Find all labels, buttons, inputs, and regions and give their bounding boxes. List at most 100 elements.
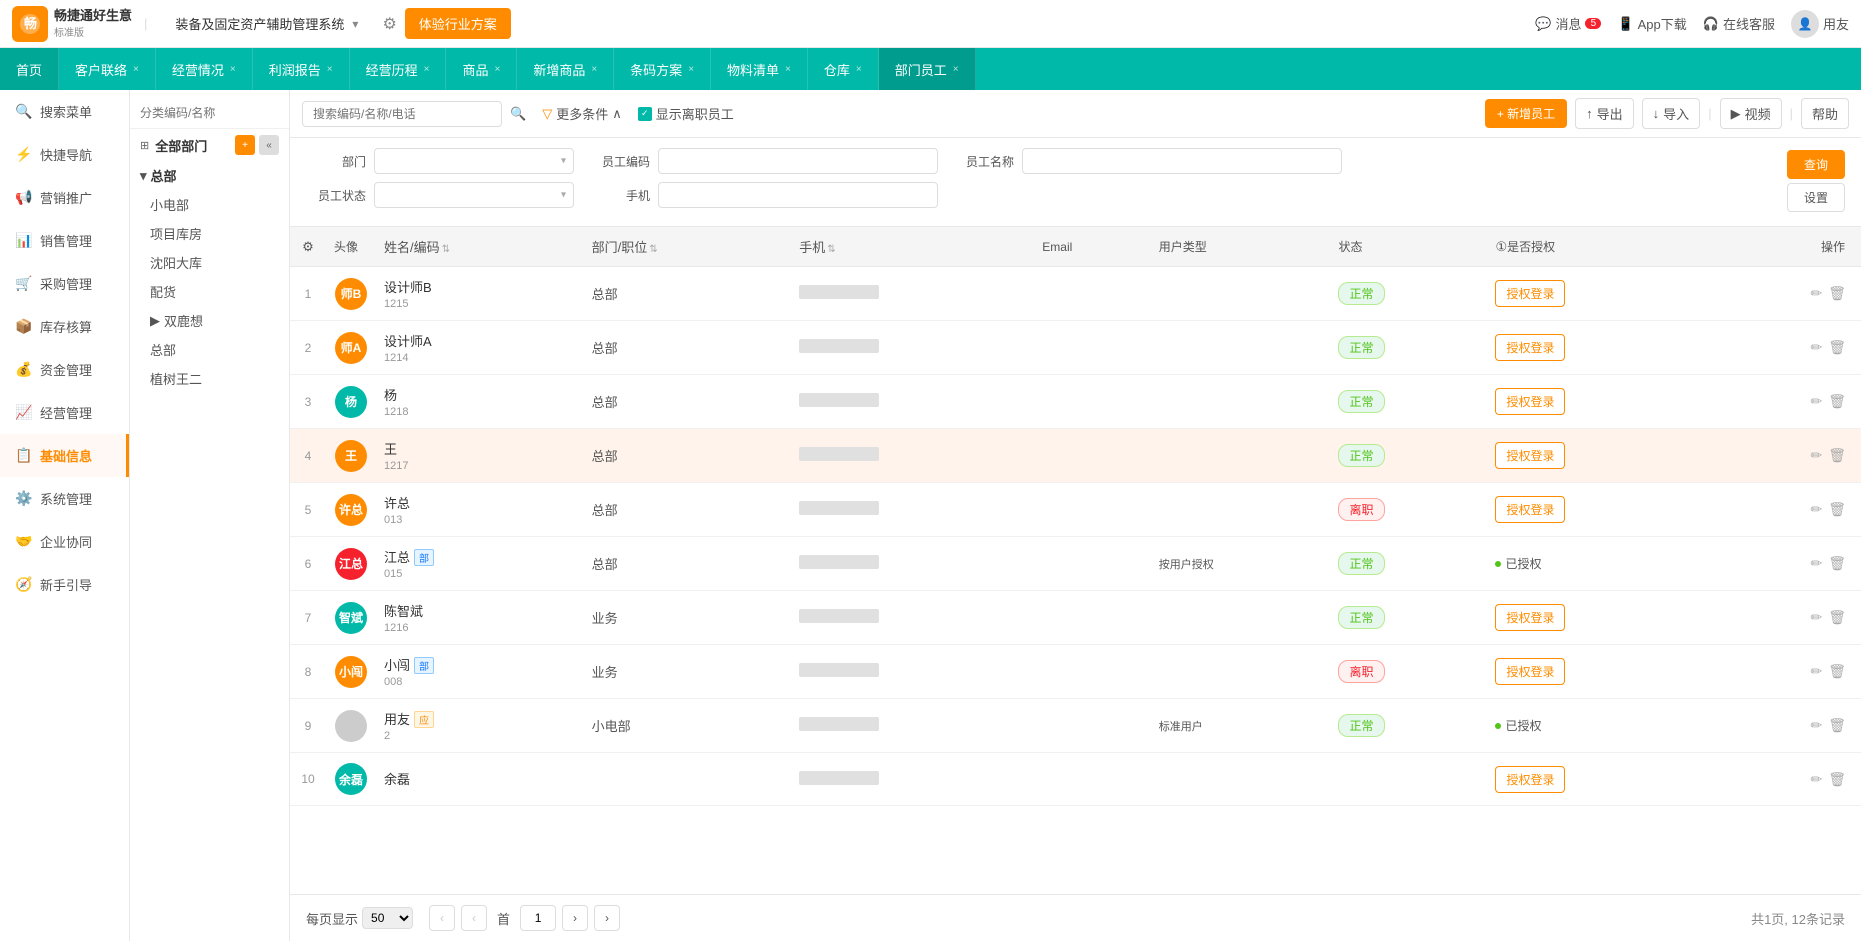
- nav-item-goods[interactable]: 商品 ×: [446, 48, 517, 90]
- nav-new-goods-close[interactable]: ×: [591, 64, 597, 75]
- first-page-btn[interactable]: ‹: [429, 905, 455, 931]
- dept-collapse-btn[interactable]: «: [259, 135, 279, 155]
- last-page-btn[interactable]: ›: [594, 905, 620, 931]
- sidebar-item-system[interactable]: ⚙️ 系统管理: [0, 477, 129, 520]
- nav-item-bom[interactable]: 物料清单 ×: [711, 48, 808, 90]
- nav-bom-close[interactable]: ×: [785, 64, 791, 75]
- sidebar-item-marketing[interactable]: 📢 营销推广: [0, 176, 129, 219]
- dept-item-zhishu[interactable]: 植树王二: [130, 364, 289, 393]
- edit-btn[interactable]: ✏: [1810, 339, 1822, 355]
- sidebar-item-business[interactable]: 📈 经营管理: [0, 391, 129, 434]
- app-download-btn[interactable]: 📱 App下载: [1617, 14, 1686, 33]
- nav-profit-close[interactable]: ×: [327, 64, 333, 75]
- export-btn[interactable]: ↑ 导出: [1575, 98, 1634, 129]
- page-input[interactable]: [520, 905, 556, 931]
- sidebar-item-basic[interactable]: 📋 基础信息: [0, 434, 129, 477]
- nav-item-profit[interactable]: 利润报告 ×: [253, 48, 350, 90]
- edit-btn[interactable]: ✏: [1810, 717, 1822, 733]
- settings-btn[interactable]: 设置: [1787, 183, 1845, 212]
- nav-customer-close[interactable]: ×: [133, 64, 139, 75]
- nav-history-close[interactable]: ×: [424, 64, 430, 75]
- edit-btn[interactable]: ✏: [1810, 393, 1822, 409]
- nav-barcode-close[interactable]: ×: [688, 64, 694, 75]
- delete-btn[interactable]: 🗑: [1828, 501, 1846, 517]
- nav-operation-close[interactable]: ×: [230, 64, 236, 75]
- resigned-checkbox[interactable]: ✓: [638, 107, 652, 121]
- auth-btn[interactable]: 授权登录: [1495, 280, 1565, 307]
- col-phone[interactable]: 手机⇅: [791, 227, 1034, 267]
- sidebar-item-shortcut[interactable]: ⚡ 快捷导航: [0, 133, 129, 176]
- experience-btn[interactable]: 体验行业方案: [405, 8, 511, 39]
- message-btn[interactable]: 💬 消息 5: [1535, 14, 1601, 33]
- dept-select[interactable]: [374, 148, 574, 174]
- delete-btn[interactable]: 🗑: [1828, 555, 1846, 571]
- user-area[interactable]: 👤 用友: [1791, 10, 1849, 38]
- delete-btn[interactable]: 🗑: [1828, 771, 1846, 787]
- sidebar-item-sales[interactable]: 📊 销售管理: [0, 219, 129, 262]
- dept-item-peihuo[interactable]: 配货: [130, 277, 289, 306]
- dept-item-xiaodian[interactable]: 小电部: [130, 190, 289, 219]
- search-icon[interactable]: 🔍: [510, 106, 526, 122]
- import-btn[interactable]: ↓ 导入: [1642, 98, 1701, 129]
- nav-dept-close[interactable]: ×: [953, 64, 959, 75]
- system-dropdown-arrow[interactable]: ▾: [352, 17, 358, 31]
- sidebar-item-search[interactable]: 🔍 搜索菜单: [0, 90, 129, 133]
- dept-item-zongbu-1[interactable]: ▾ 总部: [130, 161, 289, 190]
- auth-btn[interactable]: 授权登录: [1495, 442, 1565, 469]
- prev-page-btn[interactable]: ‹: [461, 905, 487, 931]
- sidebar-item-inventory[interactable]: 📦 库存核算: [0, 305, 129, 348]
- more-filter-btn[interactable]: ▽ 更多条件 ∧: [534, 99, 630, 128]
- delete-btn[interactable]: 🗑: [1828, 609, 1846, 625]
- col-dept-pos[interactable]: 部门/职位⇅: [584, 227, 792, 267]
- dept-item-zongbu2[interactable]: 总部: [130, 335, 289, 364]
- nav-item-operation[interactable]: 经营情况 ×: [156, 48, 253, 90]
- nav-goods-close[interactable]: ×: [494, 64, 500, 75]
- auth-btn[interactable]: 授权登录: [1495, 658, 1565, 685]
- nav-item-warehouse[interactable]: 仓库 ×: [808, 48, 879, 90]
- col-settings[interactable]: ⚙: [290, 227, 326, 267]
- help-btn[interactable]: 帮助: [1801, 98, 1849, 129]
- col-name-code[interactable]: 姓名/编码⇅: [376, 227, 584, 267]
- auth-btn[interactable]: 授权登录: [1495, 334, 1565, 361]
- next-page-btn[interactable]: ›: [562, 905, 588, 931]
- sidebar-item-collab[interactable]: 🤝 企业协同: [0, 520, 129, 563]
- nav-item-history[interactable]: 经营历程 ×: [350, 48, 447, 90]
- dept-item-shuanglu[interactable]: ▶ 双鹿想: [130, 306, 289, 335]
- nav-item-customer[interactable]: 客户联络 ×: [59, 48, 156, 90]
- edit-btn[interactable]: ✏: [1810, 609, 1822, 625]
- dept-item-xiangmu[interactable]: 项目库房: [130, 219, 289, 248]
- edit-btn[interactable]: ✏: [1810, 771, 1822, 787]
- sidebar-item-guide[interactable]: 🧭 新手引导: [0, 563, 129, 606]
- auth-btn[interactable]: 授权登录: [1495, 766, 1565, 793]
- nav-item-dept[interactable]: 部门员工 ×: [879, 48, 976, 90]
- nav-warehouse-close[interactable]: ×: [856, 64, 862, 75]
- auth-btn[interactable]: 授权登录: [1495, 604, 1565, 631]
- search-btn[interactable]: 查询: [1787, 150, 1845, 179]
- edit-btn[interactable]: ✏: [1810, 285, 1822, 301]
- auth-btn[interactable]: 授权登录: [1495, 496, 1565, 523]
- edit-btn[interactable]: ✏: [1810, 501, 1822, 517]
- dept-item-shenyang[interactable]: 沈阳大库: [130, 248, 289, 277]
- nav-item-barcode[interactable]: 条码方案 ×: [614, 48, 711, 90]
- nav-item-new-goods[interactable]: 新增商品 ×: [517, 48, 614, 90]
- delete-btn[interactable]: 🗑: [1828, 717, 1846, 733]
- nav-item-home[interactable]: 首页: [0, 48, 59, 90]
- add-employee-btn[interactable]: + 新增员工: [1485, 99, 1567, 128]
- phone-input[interactable]: [658, 182, 938, 208]
- delete-btn[interactable]: 🗑: [1828, 285, 1846, 301]
- settings-icon[interactable]: ⚙: [382, 14, 396, 34]
- online-service-btn[interactable]: 🎧 在线客服: [1703, 14, 1775, 33]
- search-input[interactable]: [302, 101, 502, 127]
- delete-btn[interactable]: 🗑: [1828, 339, 1846, 355]
- delete-btn[interactable]: 🗑: [1828, 663, 1846, 679]
- emp-code-input[interactable]: [658, 148, 938, 174]
- auth-btn[interactable]: 授权登录: [1495, 388, 1565, 415]
- view-btn[interactable]: ▶ 视频: [1720, 98, 1782, 129]
- delete-btn[interactable]: 🗑: [1828, 447, 1846, 463]
- sidebar-item-finance[interactable]: 💰 资金管理: [0, 348, 129, 391]
- edit-btn[interactable]: ✏: [1810, 663, 1822, 679]
- dept-search-input[interactable]: [140, 106, 290, 120]
- edit-btn[interactable]: ✏: [1810, 447, 1822, 463]
- emp-name-input[interactable]: [1022, 148, 1342, 174]
- delete-btn[interactable]: 🗑: [1828, 393, 1846, 409]
